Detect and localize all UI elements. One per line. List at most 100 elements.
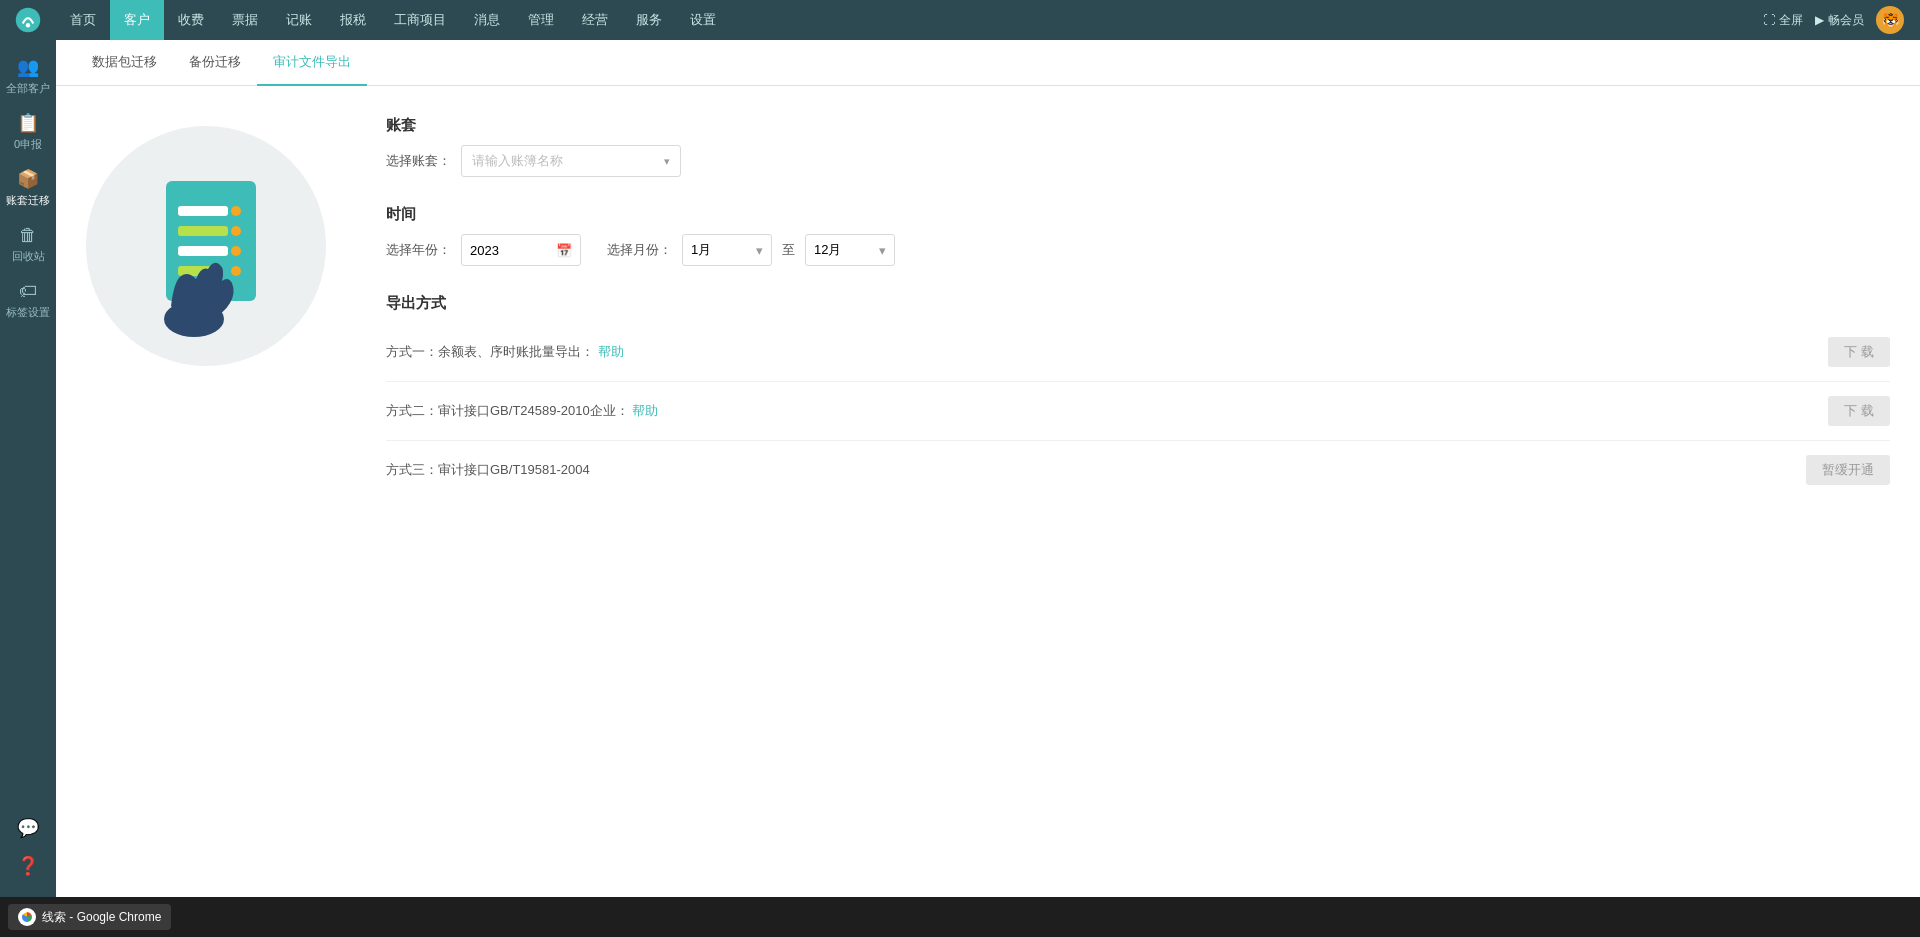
sidebar-item-tag-settings[interactable]: 🏷 标签设置	[0, 272, 56, 328]
to-text: 至	[782, 241, 795, 259]
month-to-select[interactable]: 12月 ▾	[805, 234, 895, 266]
month-from-select[interactable]: 1月 ▾	[682, 234, 772, 266]
svg-rect-4	[178, 226, 228, 236]
nav-customer[interactable]: 客户	[110, 0, 164, 40]
sidebar-item-help[interactable]: ❓	[0, 847, 56, 885]
time-section: 时间 选择年份： 2023 📅 选择月份： 1月 ▾ 至	[386, 205, 1890, 266]
sidebar-label-zero: 0申报	[14, 137, 42, 152]
content-area: 数据包迁移 备份迁移 审计文件导出	[56, 40, 1920, 897]
sidebar-item-migration[interactable]: 📦 账套迁移	[0, 160, 56, 216]
member-icon: ▶	[1815, 13, 1824, 27]
month-from-arrow: ▾	[756, 243, 763, 258]
nav-message[interactable]: 消息	[460, 0, 514, 40]
tab-audit-export[interactable]: 审计文件导出	[257, 40, 367, 86]
sidebar-item-zero-declaration[interactable]: 📋 0申报	[0, 104, 56, 160]
top-nav: 首页 客户 收费 票据 记账 报税 工商项目 消息 管理 经营 服务 设置 ⛶ …	[0, 0, 1920, 40]
export-method-3-open-btn[interactable]: 暂缓开通	[1806, 455, 1890, 485]
nav-items: 首页 客户 收费 票据 记账 报税 工商项目 消息 管理 经营 服务 设置	[56, 0, 1763, 40]
sidebar-label-migration: 账套迁移	[6, 193, 50, 208]
chrome-icon	[18, 908, 36, 926]
fullscreen-label: 全屏	[1779, 12, 1803, 29]
export-method-1-text: 方式一：余额表、序时账批量导出： 帮助	[386, 343, 624, 361]
svg-rect-3	[178, 206, 228, 216]
nav-invoice[interactable]: 票据	[218, 0, 272, 40]
zero-declaration-icon: 📋	[17, 112, 39, 134]
export-title: 导出方式	[386, 294, 1890, 313]
svg-point-1	[26, 23, 30, 27]
year-value: 2023	[470, 243, 499, 258]
account-select[interactable]: 请输入账簿名称 ▾	[461, 145, 681, 177]
svg-point-7	[231, 206, 241, 216]
time-row: 选择年份： 2023 📅 选择月份： 1月 ▾ 至 12月	[386, 234, 1890, 266]
account-placeholder: 请输入账簿名称	[472, 152, 664, 170]
migration-icon: 📦	[17, 168, 39, 190]
logo[interactable]	[0, 0, 56, 40]
sidebar-label-customers: 全部客户	[6, 81, 50, 96]
customers-icon: 👥	[17, 56, 39, 78]
svg-point-0	[16, 8, 41, 33]
sidebar-item-chat[interactable]: 💬	[0, 809, 56, 847]
nav-manage[interactable]: 管理	[514, 0, 568, 40]
illustration-svg	[126, 151, 286, 341]
page-body: 账套 选择账套： 请输入账簿名称 ▾ 时间 选择年份：	[56, 86, 1920, 897]
export-method-2-download-btn[interactable]: 下 载	[1828, 396, 1890, 426]
month-to-arrow: ▾	[879, 243, 886, 258]
svg-point-10	[231, 266, 241, 276]
account-dropdown-arrow: ▾	[664, 155, 670, 168]
tabs-bar: 数据包迁移 备份迁移 审计文件导出	[56, 40, 1920, 86]
member-button[interactable]: ▶ 畅会员	[1815, 12, 1864, 29]
taskbar-chrome-label: 线索 - Google Chrome	[42, 909, 161, 926]
sidebar-item-recycle[interactable]: 🗑 回收站	[0, 216, 56, 272]
fullscreen-icon: ⛶	[1763, 13, 1775, 27]
svg-point-9	[231, 246, 241, 256]
calendar-icon: 📅	[556, 243, 572, 258]
account-label: 选择账套：	[386, 152, 451, 170]
top-nav-right: ⛶ 全屏 ▶ 畅会员 🐯	[1763, 6, 1904, 34]
time-title: 时间	[386, 205, 1890, 224]
fullscreen-button[interactable]: ⛶ 全屏	[1763, 12, 1803, 29]
export-method-2-label: 方式二：审计接口GB/T24589-2010企业：	[386, 403, 629, 418]
sidebar-bottom: 💬 ❓	[0, 809, 56, 897]
sidebar-item-customers[interactable]: 👥 全部客户	[0, 48, 56, 104]
export-method-1: 方式一：余额表、序时账批量导出： 帮助 下 载	[386, 323, 1890, 382]
year-input[interactable]: 2023 📅	[461, 234, 581, 266]
export-method-2: 方式二：审计接口GB/T24589-2010企业： 帮助 下 载	[386, 382, 1890, 441]
export-method-1-help[interactable]: 帮助	[598, 344, 624, 359]
export-method-1-label: 方式一：余额表、序时账批量导出：	[386, 344, 594, 359]
nav-tax[interactable]: 报税	[326, 0, 380, 40]
export-method-1-download-btn[interactable]: 下 载	[1828, 337, 1890, 367]
tag-icon: 🏷	[17, 280, 39, 302]
nav-operation[interactable]: 经营	[568, 0, 622, 40]
nav-fee[interactable]: 收费	[164, 0, 218, 40]
help-icon: ❓	[17, 855, 39, 877]
month-to-value: 12月	[814, 241, 841, 259]
export-section: 导出方式 方式一：余额表、序时账批量导出： 帮助 下 载 方式二：审计接口GB/…	[386, 294, 1890, 499]
nav-settings[interactable]: 设置	[676, 0, 730, 40]
nav-business[interactable]: 工商项目	[380, 0, 460, 40]
export-method-2-text: 方式二：审计接口GB/T24589-2010企业： 帮助	[386, 402, 658, 420]
form-area: 账套 选择账套： 请输入账簿名称 ▾ 时间 选择年份：	[386, 106, 1890, 499]
export-method-2-help[interactable]: 帮助	[632, 403, 658, 418]
sidebar-label-recycle: 回收站	[12, 249, 45, 264]
nav-home[interactable]: 首页	[56, 0, 110, 40]
avatar[interactable]: 🐯	[1876, 6, 1904, 34]
tab-data-migration[interactable]: 数据包迁移	[76, 40, 173, 86]
export-method-3-label: 方式三：审计接口GB/T19581-2004	[386, 462, 590, 477]
member-label: 畅会员	[1828, 12, 1864, 29]
account-section: 账套 选择账套： 请输入账簿名称 ▾	[386, 116, 1890, 177]
main-container: 👥 全部客户 📋 0申报 📦 账套迁移 🗑 回收站 🏷 标签设置 💬 ❓	[0, 40, 1920, 897]
account-title: 账套	[386, 116, 1890, 135]
chat-icon: 💬	[17, 817, 39, 839]
sidebar-label-tag: 标签设置	[6, 305, 50, 320]
account-row: 选择账套： 请输入账簿名称 ▾	[386, 145, 1890, 177]
export-method-3-text: 方式三：审计接口GB/T19581-2004	[386, 461, 590, 479]
tab-backup-migration[interactable]: 备份迁移	[173, 40, 257, 86]
nav-bookkeeping[interactable]: 记账	[272, 0, 326, 40]
illustration-circle	[86, 126, 326, 366]
recycle-icon: 🗑	[17, 224, 39, 246]
svg-point-8	[231, 226, 241, 236]
nav-service[interactable]: 服务	[622, 0, 676, 40]
illustration-wrap	[86, 106, 326, 366]
export-method-3: 方式三：审计接口GB/T19581-2004 暂缓开通	[386, 441, 1890, 499]
taskbar-chrome[interactable]: 线索 - Google Chrome	[8, 904, 171, 930]
